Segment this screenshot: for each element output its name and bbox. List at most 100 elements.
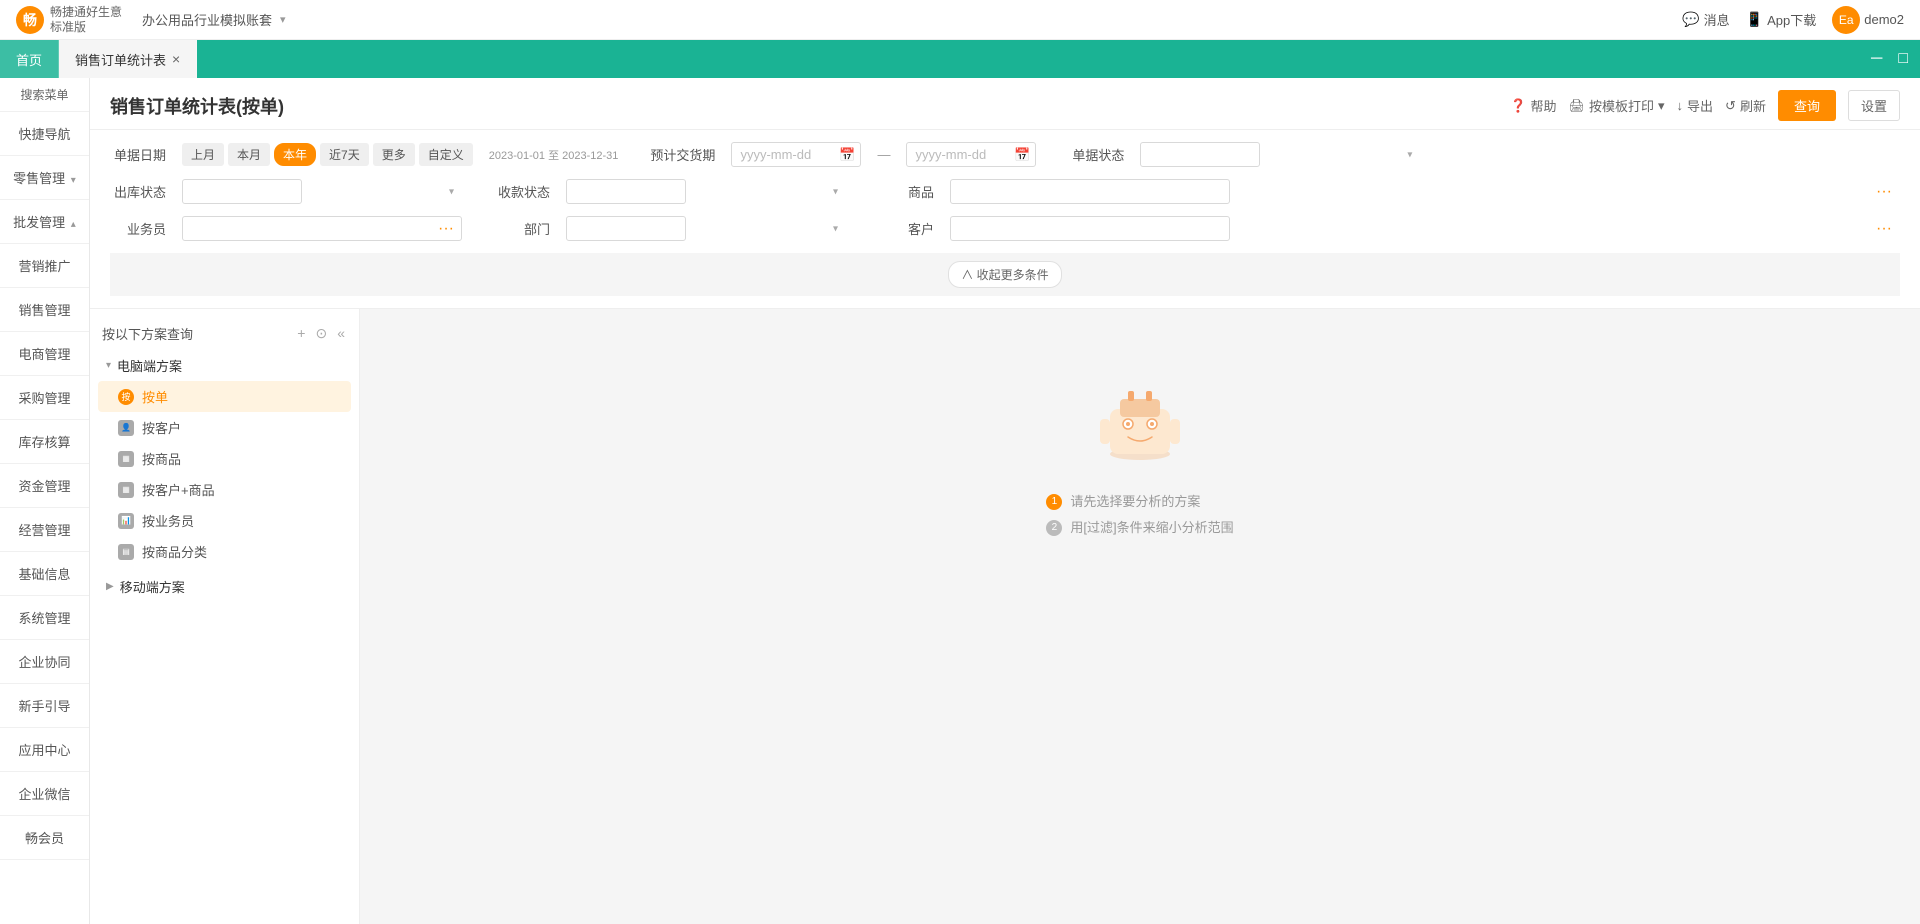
export-btn[interactable]: ↓ 导出 [1677, 96, 1714, 115]
scheme-section-pc-title[interactable]: ▾ 电脑端方案 [98, 350, 351, 381]
payment-status-select[interactable] [566, 179, 686, 204]
sidebar-item-enterprise[interactable]: 企业协同 [0, 640, 89, 684]
empty-hint-1: 1 请先选择要分析的方案 [1046, 489, 1233, 515]
delivery-status-label: 出库状态 [110, 182, 166, 201]
customer-wrap: ··· [950, 216, 1900, 241]
salesperson-label: 业务员 [110, 219, 166, 238]
phone-icon: 📱 [1746, 11, 1763, 28]
avatar: Ea [1832, 6, 1860, 34]
sidebar-item-marketing[interactable]: 营销推广 [0, 244, 89, 288]
date-shortcuts: 上月 本月 本年 近7天 更多 自定义 [182, 143, 473, 166]
message-btn[interactable]: 💬 消息 [1682, 10, 1729, 29]
date-last-month-btn[interactable]: 上月 [182, 143, 224, 166]
top-bar-right: 💬 消息 📱 App下载 Ea demo2 [1682, 6, 1904, 34]
logo-icon: 畅 [16, 6, 44, 34]
hint-num-2: 2 [1046, 520, 1062, 536]
scheme-item-by-goods-category[interactable]: ▤ 按商品分类 [98, 536, 351, 567]
date-this-month-btn[interactable]: 本月 [228, 143, 270, 166]
app-title-dropdown[interactable]: ▾ [280, 13, 286, 26]
refresh-btn[interactable]: ↺ 刷新 [1725, 96, 1766, 115]
department-wrap: ▾ [566, 216, 846, 241]
maximize-btn[interactable]: □ [1894, 50, 1912, 68]
date-more-btn[interactable]: 更多 [373, 143, 415, 166]
sidebar-item-sales[interactable]: 销售管理 [0, 288, 89, 332]
nav-tab-actions: ─ □ [1859, 40, 1920, 78]
date-7days-btn[interactable]: 近7天 [320, 143, 369, 166]
print-icon: 🖨 [1568, 98, 1585, 114]
settings-btn[interactable]: 设置 [1848, 90, 1900, 121]
scheme-item-by-customer[interactable]: 👤 按客户 [98, 412, 351, 443]
collapse-conditions-btn[interactable]: ∧ 收起更多条件 [948, 261, 1061, 288]
help-btn[interactable]: ❓ 帮助 [1510, 96, 1556, 115]
delivery-status-select[interactable] [182, 179, 302, 204]
goods-input[interactable] [950, 179, 1230, 204]
logo-text: 畅捷通好生意 标准版 [50, 5, 122, 34]
sidebar-search[interactable]: 搜索菜单 [0, 78, 89, 112]
customer-ellipsis-btn[interactable]: ··· [1872, 220, 1896, 238]
minimize-btn[interactable]: ─ [1867, 50, 1886, 68]
salesperson-ellipsis-btn[interactable]: ··· [434, 220, 458, 238]
sidebar-item-wholesale[interactable]: 批发管理 ▴ [0, 200, 89, 244]
sidebar-item-finance[interactable]: 资金管理 [0, 464, 89, 508]
department-select[interactable] [566, 216, 686, 241]
sidebar-item-system[interactable]: 系统管理 [0, 596, 89, 640]
filter-panel: 单据日期 上月 本月 本年 近7天 更多 自定义 2023-01-01 至 20… [90, 130, 1920, 309]
sidebar-item-ecommerce[interactable]: 电商管理 [0, 332, 89, 376]
collapse-panel-btn[interactable]: « [335, 323, 347, 344]
date-this-year-btn[interactable]: 本年 [274, 143, 316, 166]
scheme-icon-by-customer-goods: ▦ [118, 482, 134, 498]
scheme-item-by-goods[interactable]: ▦ 按商品 [98, 443, 351, 474]
sidebar-item-inventory[interactable]: 库存核算 [0, 420, 89, 464]
scheme-settings-btn[interactable]: ⊙ [313, 323, 329, 344]
scheme-section-mobile-title[interactable]: ▶ 移动端方案 [98, 571, 351, 602]
order-status-select[interactable] [1140, 142, 1260, 167]
sidebar-item-basic[interactable]: 基础信息 [0, 552, 89, 596]
tab-sales-order-stats[interactable]: 销售订单统计表 × [59, 40, 197, 78]
empty-hint-2: 2 用[过滤]条件来缩小分析范围 [1046, 515, 1233, 541]
query-btn[interactable]: 查询 [1778, 90, 1836, 121]
tab-close-btn[interactable]: × [172, 52, 180, 66]
app-download-btn[interactable]: 📱 App下载 [1746, 10, 1817, 29]
add-scheme-btn[interactable]: + [295, 323, 307, 344]
goods-ellipsis-btn[interactable]: ··· [1872, 183, 1896, 201]
main-layout: 搜索菜单 快捷导航 零售管理 ▾ 批发管理 ▴ 营销推广 销售管理 电商管理 采… [0, 78, 1920, 924]
scheme-icon-by-salesperson: 📊 [118, 513, 134, 529]
sidebar-item-apps[interactable]: 应用中心 [0, 728, 89, 772]
calendar-icon: 📅 [839, 147, 855, 163]
top-bar: 畅 畅捷通好生意 标准版 办公用品行业模拟账套 ▾ 💬 消息 📱 App下载 E… [0, 0, 1920, 40]
sidebar-item-retail[interactable]: 零售管理 ▾ [0, 156, 89, 200]
user-menu[interactable]: Ea demo2 [1832, 6, 1904, 34]
tab-home[interactable]: 首页 [0, 40, 59, 78]
expected-delivery-label: 预计交货期 [650, 145, 715, 164]
empty-text: 1 请先选择要分析的方案 2 用[过滤]条件来缩小分析范围 [1046, 489, 1233, 541]
template-print-btn[interactable]: 🖨 按模板打印 ▾ [1568, 96, 1664, 115]
chevron-down-icon: ▾ [71, 175, 76, 186]
delivery-dropdown-icon: ▾ [449, 186, 454, 197]
payment-dropdown-icon: ▾ [833, 186, 838, 197]
sidebar-item-operations[interactable]: 经营管理 [0, 508, 89, 552]
scheme-item-by-order[interactable]: 按 按单 [98, 381, 351, 412]
sidebar-quick-nav[interactable]: 快捷导航 [0, 112, 89, 156]
salesperson-wrap: ··· [182, 216, 462, 241]
scheme-item-by-salesperson[interactable]: 📊 按业务员 [98, 505, 351, 536]
sidebar-item-newbie[interactable]: 新手引导 [0, 684, 89, 728]
order-status-label: 单据状态 [1068, 145, 1124, 164]
collapse-bar: ∧ 收起更多条件 [110, 253, 1900, 296]
sidebar-item-member[interactable]: 畅会员 [0, 816, 89, 860]
app-title: 办公用品行业模拟账套 [142, 10, 272, 29]
customer-input[interactable] [950, 216, 1230, 241]
export-icon: ↓ [1677, 98, 1684, 113]
left-panel: 按以下方案查询 + ⊙ « ▾ 电脑端方案 [90, 309, 360, 924]
salesperson-input[interactable] [182, 216, 462, 241]
scheme-section-pc: ▾ 电脑端方案 按 按单 👤 按客户 ▦ 按商 [98, 350, 351, 567]
page-title: 销售订单统计表(按单) [110, 93, 284, 119]
goods-label: 商品 [878, 182, 934, 201]
scheme-section-mobile: ▶ 移动端方案 [98, 571, 351, 602]
message-icon: 💬 [1682, 11, 1699, 28]
scheme-item-by-customer-goods[interactable]: ▦ 按客户+商品 [98, 474, 351, 505]
sidebar-item-purchase[interactable]: 采购管理 [0, 376, 89, 420]
page-actions: ❓ 帮助 🖨 按模板打印 ▾ ↓ 导出 ↺ 刷新 查询 设置 [1510, 90, 1900, 121]
sidebar-item-wechat[interactable]: 企业微信 [0, 772, 89, 816]
date-custom-btn[interactable]: 自定义 [419, 143, 473, 166]
print-dropdown-icon: ▾ [1658, 98, 1665, 114]
